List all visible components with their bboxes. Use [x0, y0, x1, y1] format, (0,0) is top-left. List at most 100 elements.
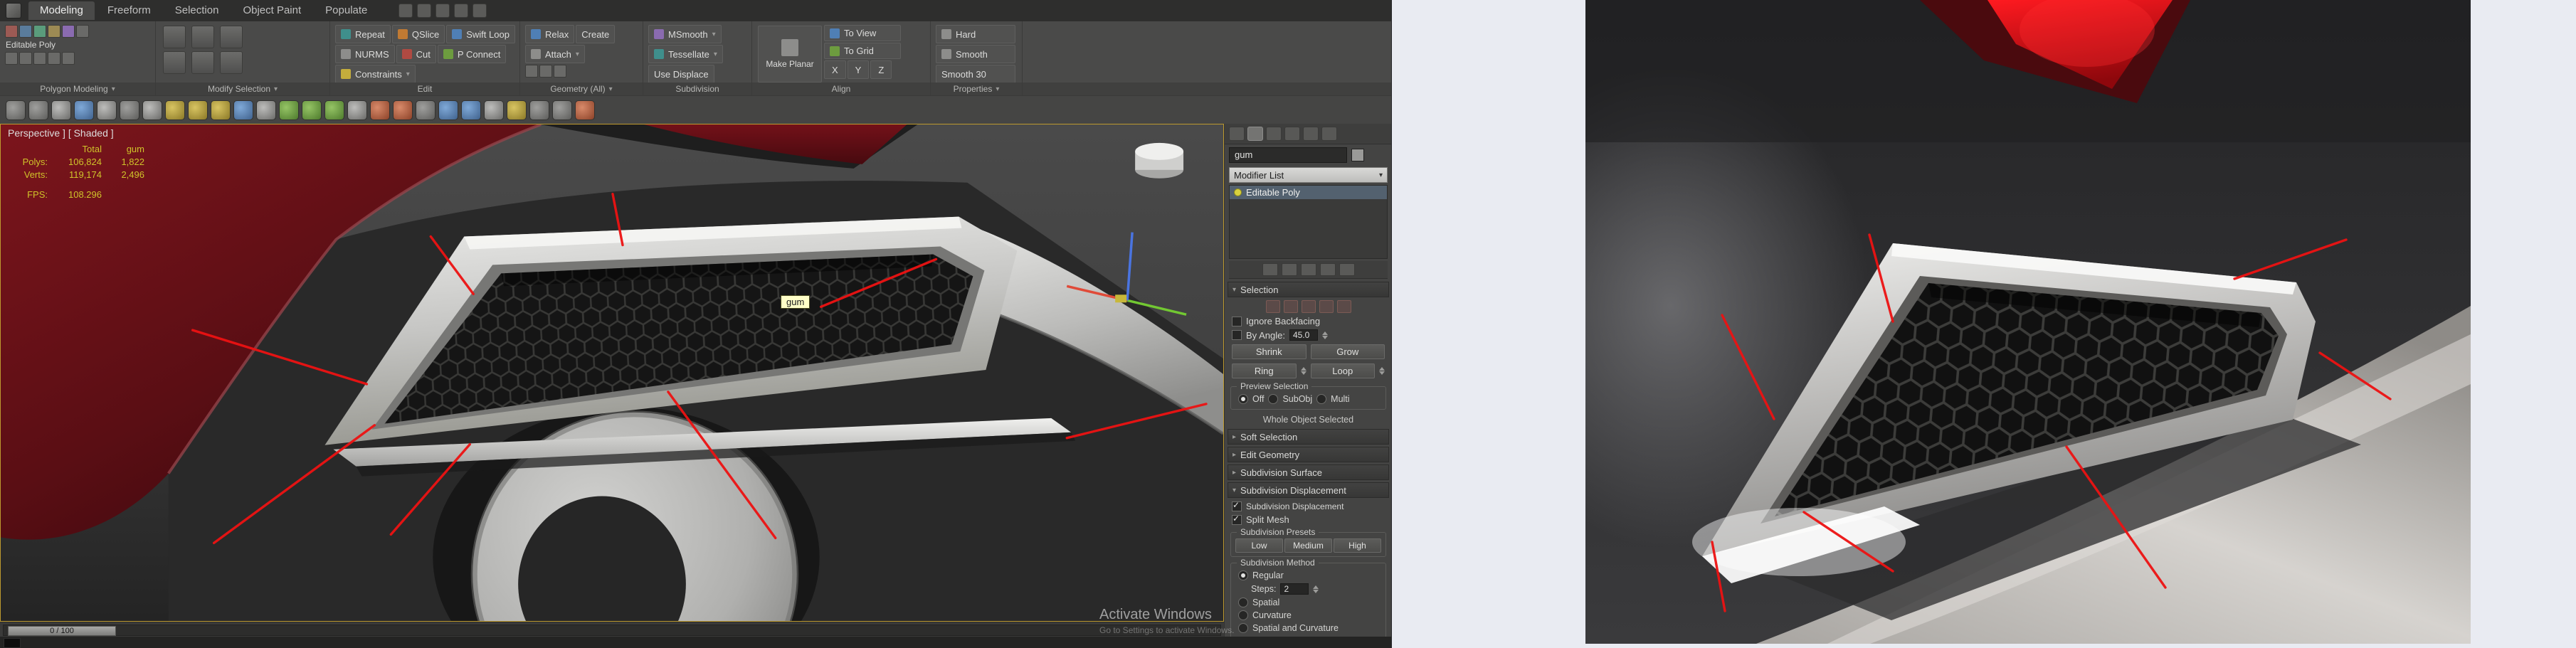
rollout-subdivision-displacement[interactable]: ▾ Subdivision Displacement — [1228, 482, 1389, 498]
utilities-tab-icon[interactable] — [1321, 127, 1337, 141]
rollout-edit-geometry[interactable]: ▸ Edit Geometry — [1228, 447, 1389, 462]
display-tab-icon[interactable] — [1303, 127, 1319, 141]
material-editor-icon[interactable] — [507, 100, 527, 120]
viewport-3d-scene[interactable] — [1, 124, 1223, 621]
ignore-backfacing-checkbox[interactable] — [1232, 316, 1242, 326]
loop-spinner[interactable] — [1379, 367, 1385, 375]
attach-dropdown[interactable]: Attach ▾ — [525, 45, 585, 63]
freeze-icon[interactable] — [62, 52, 75, 65]
percent-snap-icon[interactable] — [324, 100, 344, 120]
steps-value[interactable]: 2 — [1280, 583, 1309, 595]
tessellate-button[interactable]: Tessellate ▾ — [648, 45, 723, 63]
polygon-icon[interactable] — [1319, 300, 1334, 313]
element-icon[interactable] — [1336, 300, 1351, 313]
hierarchy-tab-icon[interactable] — [1266, 127, 1282, 141]
tab-populate[interactable]: Populate — [314, 1, 379, 20]
window-crossing-icon[interactable] — [142, 100, 162, 120]
ribbon-extra-icon[interactable] — [454, 4, 469, 18]
create-button[interactable]: Create — [576, 25, 616, 43]
modifier-list-dropdown[interactable]: Modifier List ▾ — [1229, 167, 1388, 183]
border-mode-icon[interactable] — [33, 25, 46, 38]
panel-label[interactable]: Polygon Modeling ▾ — [0, 83, 155, 95]
select-and-scale-icon[interactable] — [211, 100, 231, 120]
mirror-icon[interactable] — [370, 100, 390, 120]
align-x-button[interactable]: X — [824, 60, 846, 79]
relax-button[interactable]: Relax — [525, 25, 575, 43]
detach-icon[interactable] — [525, 65, 538, 78]
panel-label[interactable]: Edit — [330, 83, 519, 95]
rect-select-region-icon[interactable] — [120, 100, 139, 120]
pivot-icon[interactable] — [48, 52, 60, 65]
preset-low-button[interactable]: Low — [1235, 538, 1283, 553]
remove-modifier-icon[interactable] — [1319, 263, 1336, 276]
constraints-dropdown[interactable]: Constraints ▾ — [335, 65, 416, 83]
preview-off-radio[interactable] — [1238, 394, 1248, 404]
graph-editor-icon[interactable] — [438, 100, 458, 120]
loop-selection-icon[interactable] — [220, 26, 243, 48]
create-tab-icon[interactable] — [1229, 127, 1245, 141]
rollout-soft-selection[interactable]: ▸ Soft Selection — [1228, 429, 1389, 445]
repeat-button[interactable]: Repeat — [335, 25, 391, 43]
collapse-stack-icon[interactable] — [76, 25, 89, 38]
render-setup-icon[interactable] — [529, 100, 549, 120]
select-by-name-icon[interactable] — [97, 100, 117, 120]
preview-multi-radio[interactable] — [1316, 394, 1327, 404]
perspective-viewport[interactable]: Perspective ] [ Shaded ] Total gum Polys:… — [0, 124, 1224, 622]
panel-label[interactable]: Geometry (All) ▾ — [520, 83, 643, 95]
status-app-icon[interactable] — [4, 638, 21, 648]
link-icon[interactable] — [6, 100, 26, 120]
curve-editor-icon[interactable] — [461, 100, 481, 120]
ribbon-extra-icon[interactable] — [473, 4, 487, 18]
layer-manager-icon[interactable] — [416, 100, 436, 120]
loop-button[interactable]: Loop — [1310, 363, 1375, 378]
tab-modeling[interactable]: Modeling — [28, 1, 95, 20]
align-to-view-button[interactable]: To View — [824, 25, 901, 41]
vertex-mode-icon[interactable] — [5, 25, 18, 38]
align-icon[interactable] — [393, 100, 413, 120]
smooth-edges-button[interactable]: Smooth — [936, 45, 1015, 63]
stack-item-editable-poly[interactable]: Editable Poly — [1230, 186, 1387, 199]
preview-toggle-icon[interactable] — [5, 52, 18, 65]
spatial-radio[interactable] — [1238, 597, 1248, 607]
topology-icon[interactable] — [19, 52, 32, 65]
tab-object-paint[interactable]: Object Paint — [231, 1, 312, 20]
grow-button[interactable]: Grow — [1310, 344, 1385, 359]
by-angle-value[interactable]: 45.0 — [1289, 329, 1318, 341]
rollout-selection[interactable]: ▾ Selection — [1228, 282, 1389, 297]
cut-button[interactable]: Cut — [396, 45, 436, 63]
modifier-stack[interactable]: Editable Poly — [1229, 185, 1388, 259]
edge-icon[interactable] — [1283, 300, 1298, 313]
element-mode-icon[interactable] — [62, 25, 75, 38]
curvature-radio[interactable] — [1238, 610, 1248, 620]
use-pivot-center-icon[interactable] — [256, 100, 276, 120]
spatial-curvature-radio[interactable] — [1238, 623, 1248, 633]
by-angle-spinner[interactable] — [1321, 331, 1328, 339]
tab-freeform[interactable]: Freeform — [96, 1, 162, 20]
panel-label[interactable]: Modify Selection ▾ — [156, 83, 329, 95]
polygon-mode-icon[interactable] — [48, 25, 60, 38]
visibility-bulb-icon[interactable] — [1234, 188, 1242, 196]
subdivision-displacement-checkbox[interactable] — [1232, 500, 1242, 511]
edit-named-selection-icon[interactable] — [347, 100, 367, 120]
show-end-result-icon[interactable] — [1281, 263, 1297, 276]
unlink-icon[interactable] — [28, 100, 48, 120]
similar-selection-icon[interactable] — [220, 51, 243, 74]
shrink-selection-icon[interactable] — [191, 26, 214, 48]
viewport-label[interactable]: Perspective ] [ Shaded ] — [8, 127, 114, 139]
align-y-button[interactable]: Y — [847, 60, 870, 79]
modify-tab-icon[interactable] — [1247, 127, 1263, 141]
panel-label[interactable]: Subdivision — [643, 83, 751, 95]
msmooth-button[interactable]: MSmooth ▾ — [648, 25, 722, 43]
border-icon[interactable] — [1301, 300, 1316, 313]
motion-tab-icon[interactable] — [1284, 127, 1300, 141]
select-and-move-icon[interactable] — [165, 100, 185, 120]
ribbon-extra-icon[interactable] — [436, 4, 450, 18]
time-slider-handle[interactable]: 0 / 100 — [8, 626, 116, 636]
align-z-button[interactable]: Z — [870, 60, 892, 79]
nurms-button[interactable]: NURMS — [335, 45, 395, 63]
qslice-button[interactable]: QSlice — [391, 25, 445, 43]
swift-loop-button[interactable]: Swift Loop — [446, 25, 515, 43]
bind-spacewarp-icon[interactable] — [51, 100, 71, 120]
preview-subobj-radio[interactable] — [1268, 394, 1279, 404]
ring-button[interactable]: Ring — [1232, 363, 1297, 378]
